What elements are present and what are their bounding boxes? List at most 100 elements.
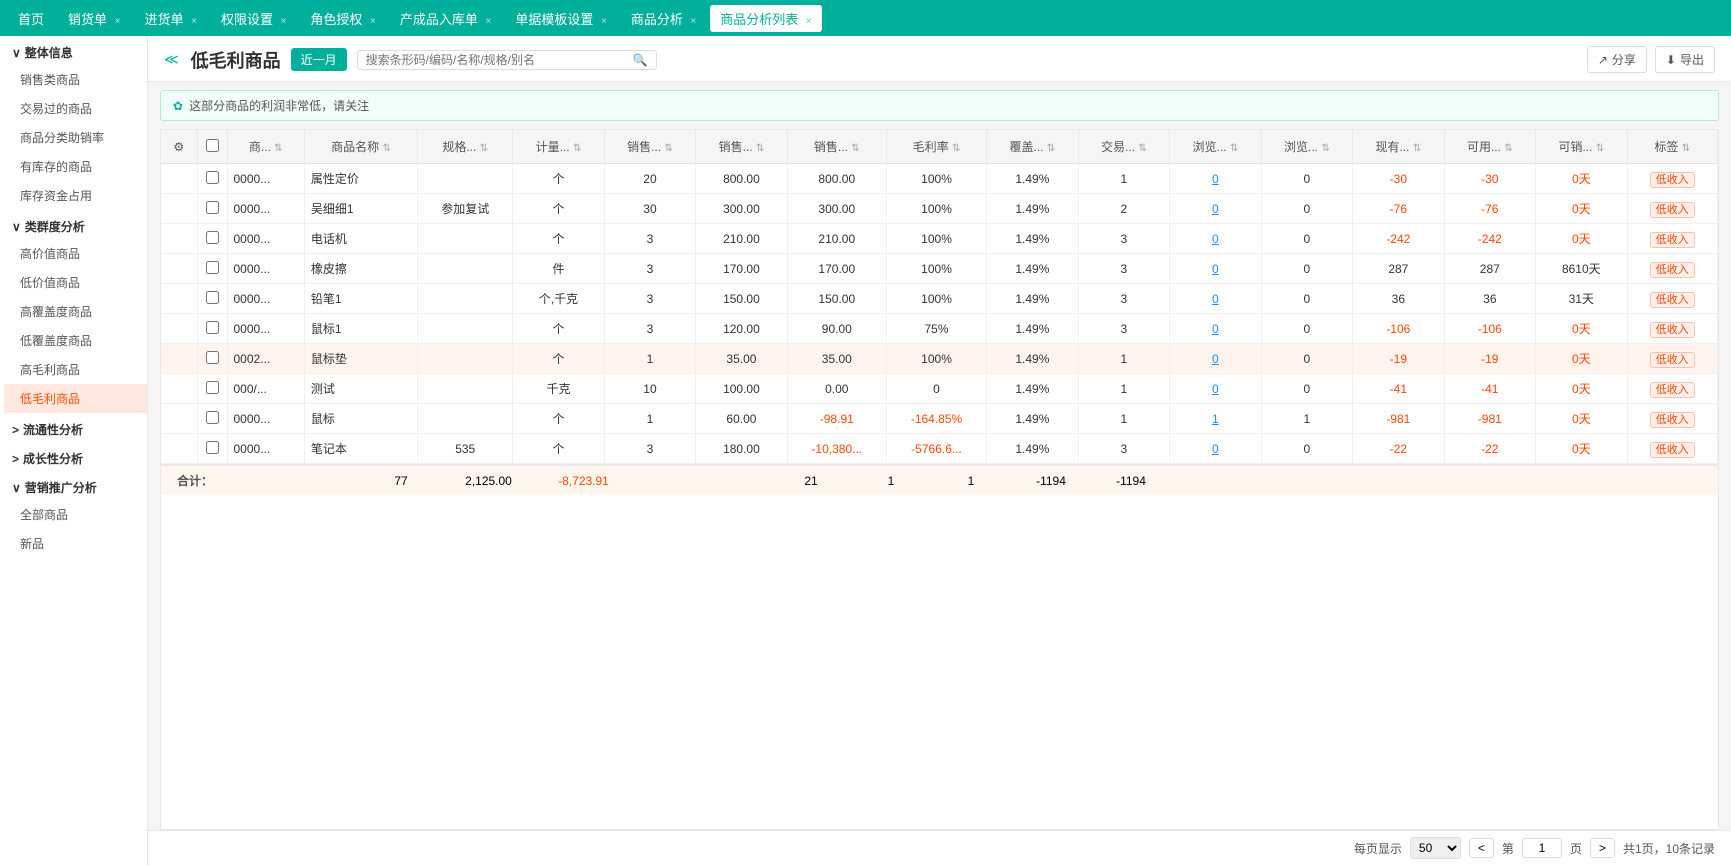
sidebar-group-title-marketing[interactable]: ∨ 营销推广分析	[0, 471, 147, 500]
row-unit: 个	[513, 314, 604, 344]
col-sales-price[interactable]: 销售... ⇅	[696, 130, 787, 164]
col-tag[interactable]: 标签 ⇅	[1627, 130, 1717, 164]
row-view1[interactable]: 0	[1170, 344, 1261, 374]
chevron-right-icon2: >	[12, 452, 19, 466]
col-gross-margin[interactable]: 毛利率 ⇅	[886, 130, 986, 164]
col-name[interactable]: 商品名称 ⇅	[304, 130, 417, 164]
search-input[interactable]	[366, 53, 629, 67]
row-name: 笔记本	[304, 434, 417, 464]
row-checkbox[interactable]	[197, 434, 227, 464]
row-checkbox[interactable]	[197, 404, 227, 434]
page-number-input[interactable]	[1522, 838, 1562, 858]
table-row: 0002... 鼠标垫 个 1 35.00 35.00 100% 1.49% 1…	[161, 344, 1718, 374]
row-view1[interactable]: 0	[1170, 194, 1261, 224]
nav-item-product-in[interactable]: 产成品入库单 ×	[390, 5, 501, 32]
row-view1[interactable]: 0	[1170, 164, 1261, 194]
sidebar-item-stock-capital[interactable]: 库存资金占用	[4, 181, 147, 210]
sidebar-group-title-growth[interactable]: > 成长性分析	[0, 442, 147, 471]
nav-item-template[interactable]: 单据模板设置 ×	[505, 5, 616, 32]
row-stock-current: -22	[1353, 434, 1444, 464]
share-button[interactable]: ↗ 分享	[1587, 46, 1647, 73]
sidebar-item-all-goods[interactable]: 全部商品	[4, 500, 147, 529]
nav-item-home[interactable]: 首页	[8, 5, 54, 32]
row-trade-count: 3	[1078, 314, 1169, 344]
row-settings	[161, 434, 197, 464]
nav-item-analysis[interactable]: 商品分析 ×	[621, 5, 706, 32]
row-checkbox[interactable]	[197, 254, 227, 284]
sidebar-item-high-margin[interactable]: 高毛利商品	[4, 355, 147, 384]
nav-item-role[interactable]: 角色授权 ×	[300, 5, 385, 32]
sidebar-item-traded-goods[interactable]: 交易过的商品	[4, 94, 147, 123]
col-stock-current[interactable]: 现有... ⇅	[1353, 130, 1444, 164]
row-view1[interactable]: 1	[1170, 404, 1261, 434]
row-view1[interactable]: 0	[1170, 284, 1261, 314]
row-view1[interactable]: 0	[1170, 434, 1261, 464]
row-sales-price: 800.00	[696, 164, 787, 194]
col-trade[interactable]: 交易... ⇅	[1078, 130, 1169, 164]
col-sales-profit[interactable]: 销售... ⇅	[787, 130, 886, 164]
col-checkbox[interactable]	[197, 130, 227, 164]
row-stock-available: -30	[1444, 164, 1535, 194]
select-all-checkbox[interactable]	[206, 139, 219, 152]
table-header-row: ⚙ 商... ⇅ 商品名称 ⇅ 规格... ⇅ 计量... ⇅ 销售... ⇅ …	[161, 130, 1718, 164]
collapse-sidebar-btn[interactable]: ≪	[164, 51, 179, 68]
sidebar-item-stock-goods[interactable]: 有库存的商品	[4, 152, 147, 181]
sidebar-group-title-overall[interactable]: ∨ 整体信息	[0, 36, 147, 65]
row-checkbox[interactable]	[197, 284, 227, 314]
col-unit[interactable]: 计量... ⇅	[513, 130, 604, 164]
row-checkbox[interactable]	[197, 344, 227, 374]
row-tag: 低收入	[1627, 434, 1717, 464]
col-stock-saleable[interactable]: 可销... ⇅	[1536, 130, 1627, 164]
col-stock-available[interactable]: 可用... ⇅	[1444, 130, 1535, 164]
sidebar-item-sales-goods[interactable]: 销售类商品	[4, 65, 147, 94]
sidebar-group-flow: > 流通性分析	[0, 413, 147, 442]
row-view1[interactable]: 0	[1170, 314, 1261, 344]
sidebar-group-title-flow[interactable]: > 流通性分析	[0, 413, 147, 442]
col-sales-qty[interactable]: 销售... ⇅	[604, 130, 695, 164]
col-code[interactable]: 商... ⇅	[227, 130, 304, 164]
sidebar-item-high-coverage[interactable]: 高覆盖度商品	[4, 297, 147, 326]
nav-item-sales[interactable]: 销货单 ×	[58, 5, 130, 32]
export-button[interactable]: ⬇ 导出	[1655, 46, 1715, 73]
row-checkbox[interactable]	[197, 374, 227, 404]
sidebar-group-title-cluster[interactable]: ∨ 类群度分析	[0, 210, 147, 239]
row-spec	[418, 314, 513, 344]
row-view1[interactable]: 0	[1170, 254, 1261, 284]
nav-item-purchase[interactable]: 进货单 ×	[134, 5, 206, 32]
sidebar-item-low-coverage[interactable]: 低覆盖度商品	[4, 326, 147, 355]
total-sales-profit: -8,723.91	[536, 474, 631, 488]
row-checkbox[interactable]	[197, 224, 227, 254]
nav-item-permission[interactable]: 权限设置 ×	[211, 5, 296, 32]
row-stock-current: -19	[1353, 344, 1444, 374]
row-sales-profit: -10,380...	[787, 434, 886, 464]
row-stock-saleable: 0天	[1536, 224, 1627, 254]
row-checkbox[interactable]	[197, 194, 227, 224]
row-name: 鼠标垫	[304, 344, 417, 374]
row-checkbox[interactable]	[197, 314, 227, 344]
per-page-select[interactable]: 50 20 100	[1410, 837, 1461, 859]
row-code: 0000...	[227, 164, 304, 194]
row-view1[interactable]: 0	[1170, 374, 1261, 404]
col-view2[interactable]: 浏览... ⇅	[1261, 130, 1352, 164]
table-row: 0000... 电话机 个 3 210.00 210.00 100% 1.49%…	[161, 224, 1718, 254]
row-checkbox[interactable]	[197, 164, 227, 194]
prev-page-btn[interactable]: <	[1469, 838, 1494, 858]
sidebar-item-low-value[interactable]: 低价值商品	[4, 268, 147, 297]
col-settings[interactable]: ⚙	[161, 130, 197, 164]
search-icon[interactable]: 🔍	[633, 53, 648, 67]
row-coverage: 1.49%	[987, 224, 1078, 254]
sidebar-item-category-rate[interactable]: 商品分类助销率	[4, 123, 147, 152]
col-coverage[interactable]: 覆盖... ⇅	[987, 130, 1078, 164]
col-spec[interactable]: 规格... ⇅	[418, 130, 513, 164]
sidebar-item-new-goods[interactable]: 新品	[4, 529, 147, 558]
row-stock-saleable: 31天	[1536, 284, 1627, 314]
row-spec	[418, 224, 513, 254]
next-page-btn[interactable]: >	[1590, 838, 1615, 858]
sidebar-item-high-value[interactable]: 高价值商品	[4, 239, 147, 268]
date-filter-button[interactable]: 近一月	[291, 48, 347, 71]
col-view1[interactable]: 浏览... ⇅	[1170, 130, 1261, 164]
row-view1[interactable]: 0	[1170, 224, 1261, 254]
nav-item-analysis-list[interactable]: 商品分析列表 ×	[710, 5, 821, 32]
row-name: 铅笔1	[304, 284, 417, 314]
sidebar-item-low-margin[interactable]: 低毛利商品	[4, 384, 147, 413]
